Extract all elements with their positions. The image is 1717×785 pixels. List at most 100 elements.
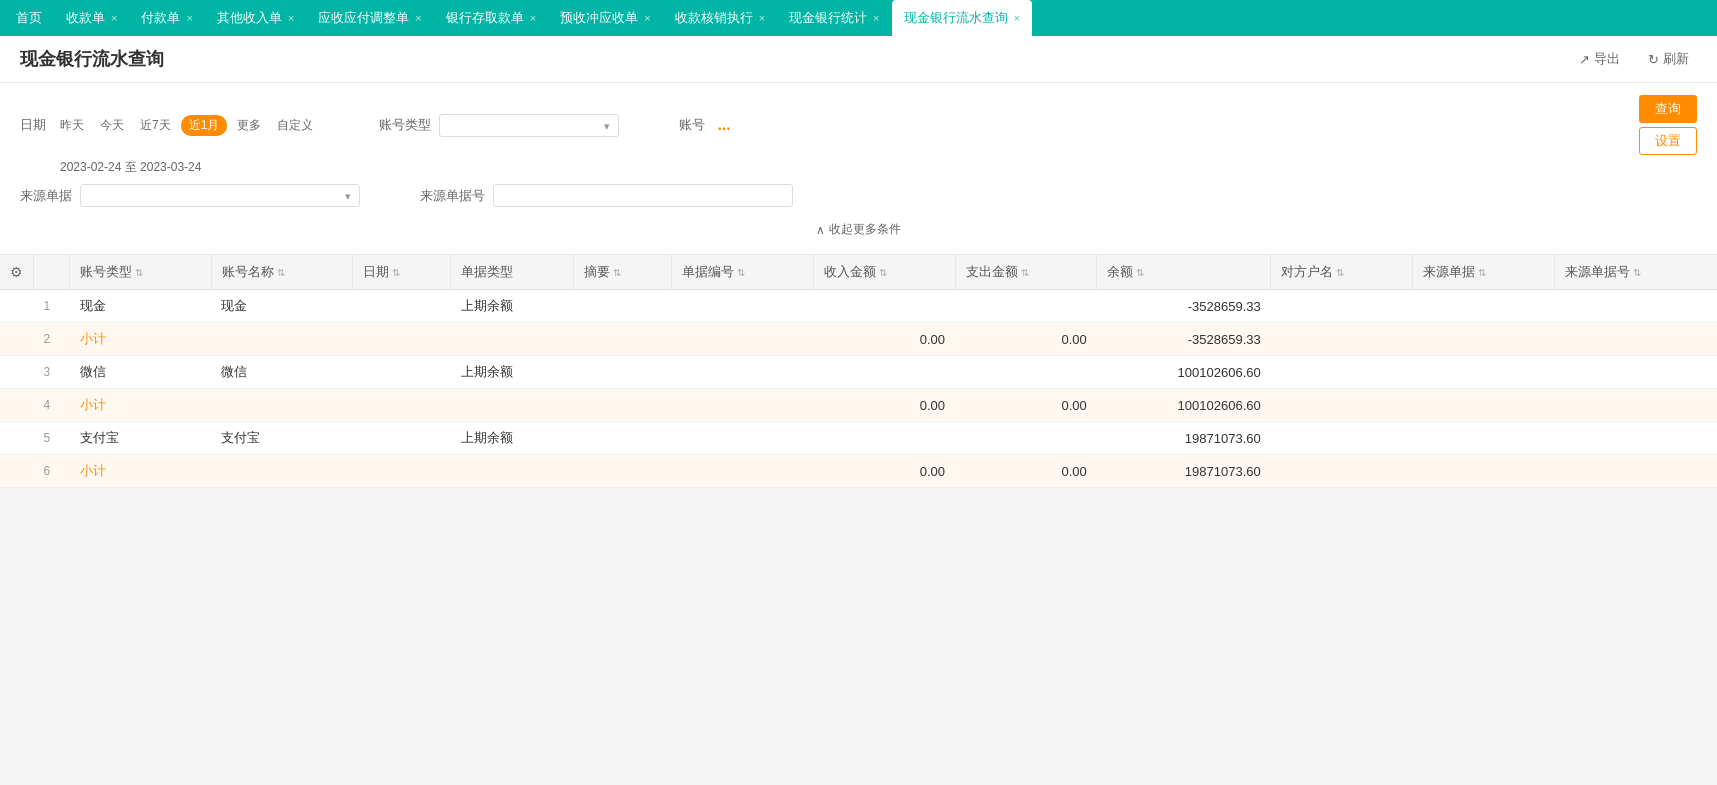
- nav-item-bank-flow[interactable]: 现金银行流水查询 ×: [892, 0, 1032, 36]
- cell-source-doc-no: [1554, 422, 1717, 455]
- source-doc-no-input[interactable]: [493, 184, 793, 207]
- nav-item-receipt[interactable]: 收款单 ×: [54, 0, 129, 36]
- filter-row-1: 日期 昨天 今天 近7天 近1月 更多 自定义 账号类型 账号 ... 查: [20, 95, 1697, 155]
- cell-balance: 19871073.60: [1097, 422, 1271, 455]
- collapse-bar[interactable]: ∧ 收起更多条件: [20, 217, 1697, 242]
- page-header: 现金银行流水查询 ↗ 导出 ↻ 刷新: [0, 36, 1717, 83]
- cell-account-name: 现金: [211, 290, 353, 323]
- cell-num: 2: [34, 323, 70, 356]
- column-settings-icon[interactable]: ⚙: [10, 264, 23, 280]
- nav-close-bank-stats[interactable]: ×: [873, 0, 879, 36]
- table-row: 6小计0.000.0019871073.60: [0, 455, 1717, 488]
- cell-account-type: 微信: [70, 356, 212, 389]
- filter-row-2: 来源单据 来源单据号: [20, 184, 1697, 207]
- sort-balance-icon: ⇅: [1136, 267, 1144, 278]
- cell-account-type: 支付宝: [70, 422, 212, 455]
- cell-settings: [0, 389, 34, 422]
- th-expense[interactable]: 支出金额 ⇅: [955, 255, 1097, 290]
- sort-source-doc-icon: ⇅: [1478, 267, 1486, 278]
- query-button[interactable]: 查询: [1639, 95, 1697, 123]
- cell-settings: [0, 290, 34, 323]
- date-range-display: 2023-02-24 至 2023-03-24: [56, 159, 1697, 176]
- export-button[interactable]: ↗ 导出: [1571, 46, 1628, 72]
- nav-close-prepay-offset[interactable]: ×: [644, 0, 650, 36]
- nav-close-collection-exec[interactable]: ×: [759, 0, 765, 36]
- th-summary[interactable]: 摘要 ⇅: [574, 255, 672, 290]
- cell-income: [813, 422, 955, 455]
- date-quick-buttons: 昨天 今天 近7天 近1月 更多 自定义: [54, 115, 319, 136]
- cell-counterpart: [1271, 290, 1413, 323]
- nav-item-home[interactable]: 首页: [4, 0, 54, 36]
- nav-item-bank-deposit[interactable]: 银行存取款单 ×: [434, 0, 548, 36]
- refresh-icon: ↻: [1648, 52, 1659, 67]
- nav-close-ar-ap-adjust[interactable]: ×: [415, 0, 421, 36]
- th-account-type[interactable]: 账号类型 ⇅: [70, 255, 212, 290]
- cell-date: [353, 356, 451, 389]
- cell-income: [813, 290, 955, 323]
- date-btn-1month[interactable]: 近1月: [181, 115, 228, 136]
- settings-button[interactable]: 设置: [1639, 127, 1697, 155]
- cell-source-doc: [1412, 356, 1554, 389]
- th-source-doc[interactable]: 来源单据 ⇅: [1412, 255, 1554, 290]
- cell-settings: [0, 422, 34, 455]
- nav-close-receipt[interactable]: ×: [111, 0, 117, 36]
- nav-item-payment[interactable]: 付款单 ×: [129, 0, 204, 36]
- nav-close-other-income[interactable]: ×: [288, 0, 294, 36]
- nav-item-collection-exec[interactable]: 收款核销执行 ×: [663, 0, 777, 36]
- source-doc-select[interactable]: [80, 184, 360, 207]
- cell-account-name: [211, 455, 353, 488]
- nav-item-bank-stats[interactable]: 现金银行统计 ×: [777, 0, 891, 36]
- cell-summary: [574, 389, 672, 422]
- cell-balance: 100102606.60: [1097, 356, 1271, 389]
- account-dots-button[interactable]: ...: [713, 116, 734, 134]
- th-income[interactable]: 收入金额 ⇅: [813, 255, 955, 290]
- date-range-text: 2023-02-24 至 2023-03-24: [60, 160, 201, 174]
- th-num: [34, 255, 70, 290]
- nav-item-ar-ap-adjust[interactable]: 应收应付调整单 ×: [306, 0, 433, 36]
- sort-counterpart-icon: ⇅: [1336, 267, 1344, 278]
- th-doc-no[interactable]: 单据编号 ⇅: [672, 255, 814, 290]
- sort-account-type-icon: ⇅: [135, 267, 143, 278]
- nav-close-payment[interactable]: ×: [186, 0, 192, 36]
- th-date[interactable]: 日期 ⇅: [353, 255, 451, 290]
- cell-account-type: 小计: [70, 455, 212, 488]
- date-btn-7days[interactable]: 近7天: [134, 115, 177, 136]
- cell-summary: [574, 323, 672, 356]
- nav-item-other-income[interactable]: 其他收入单 ×: [205, 0, 306, 36]
- cell-doc-no: [672, 422, 814, 455]
- sort-doc-no-icon: ⇅: [737, 267, 745, 278]
- source-doc-label: 来源单据: [20, 187, 72, 205]
- date-btn-yesterday[interactable]: 昨天: [54, 115, 90, 136]
- refresh-button[interactable]: ↻ 刷新: [1640, 46, 1697, 72]
- sort-account-name-icon: ⇅: [277, 267, 285, 278]
- cell-doc-no: [672, 290, 814, 323]
- date-btn-today[interactable]: 今天: [94, 115, 130, 136]
- cell-income: 0.00: [813, 389, 955, 422]
- cell-summary: [574, 290, 672, 323]
- collapse-up-icon: ∧: [816, 223, 825, 237]
- th-balance[interactable]: 余额 ⇅: [1097, 255, 1271, 290]
- account-label: 账号: [679, 116, 705, 134]
- nav-close-bank-flow[interactable]: ×: [1014, 0, 1020, 36]
- cell-counterpart: [1271, 389, 1413, 422]
- sort-income-icon: ⇅: [879, 267, 887, 278]
- date-label: 日期: [20, 116, 46, 134]
- cell-expense: 0.00: [955, 389, 1097, 422]
- th-account-name[interactable]: 账号名称 ⇅: [211, 255, 353, 290]
- nav-item-prepay-offset[interactable]: 预收冲应收单 ×: [548, 0, 662, 36]
- nav-close-bank-deposit[interactable]: ×: [530, 0, 536, 36]
- cell-expense: [955, 290, 1097, 323]
- th-counterpart[interactable]: 对方户名 ⇅: [1271, 255, 1413, 290]
- account-type-label: 账号类型: [379, 116, 431, 134]
- th-source-doc-no[interactable]: 来源单据号 ⇅: [1554, 255, 1717, 290]
- cell-source-doc: [1412, 290, 1554, 323]
- cell-expense: [955, 422, 1097, 455]
- date-btn-custom[interactable]: 自定义: [271, 115, 319, 136]
- cell-expense: 0.00: [955, 455, 1097, 488]
- date-btn-more[interactable]: 更多: [231, 115, 267, 136]
- source-doc-no-label: 来源单据号: [420, 187, 485, 205]
- cell-counterpart: [1271, 455, 1413, 488]
- cell-account-name: 微信: [211, 356, 353, 389]
- cell-num: 6: [34, 455, 70, 488]
- account-type-select[interactable]: [439, 114, 619, 137]
